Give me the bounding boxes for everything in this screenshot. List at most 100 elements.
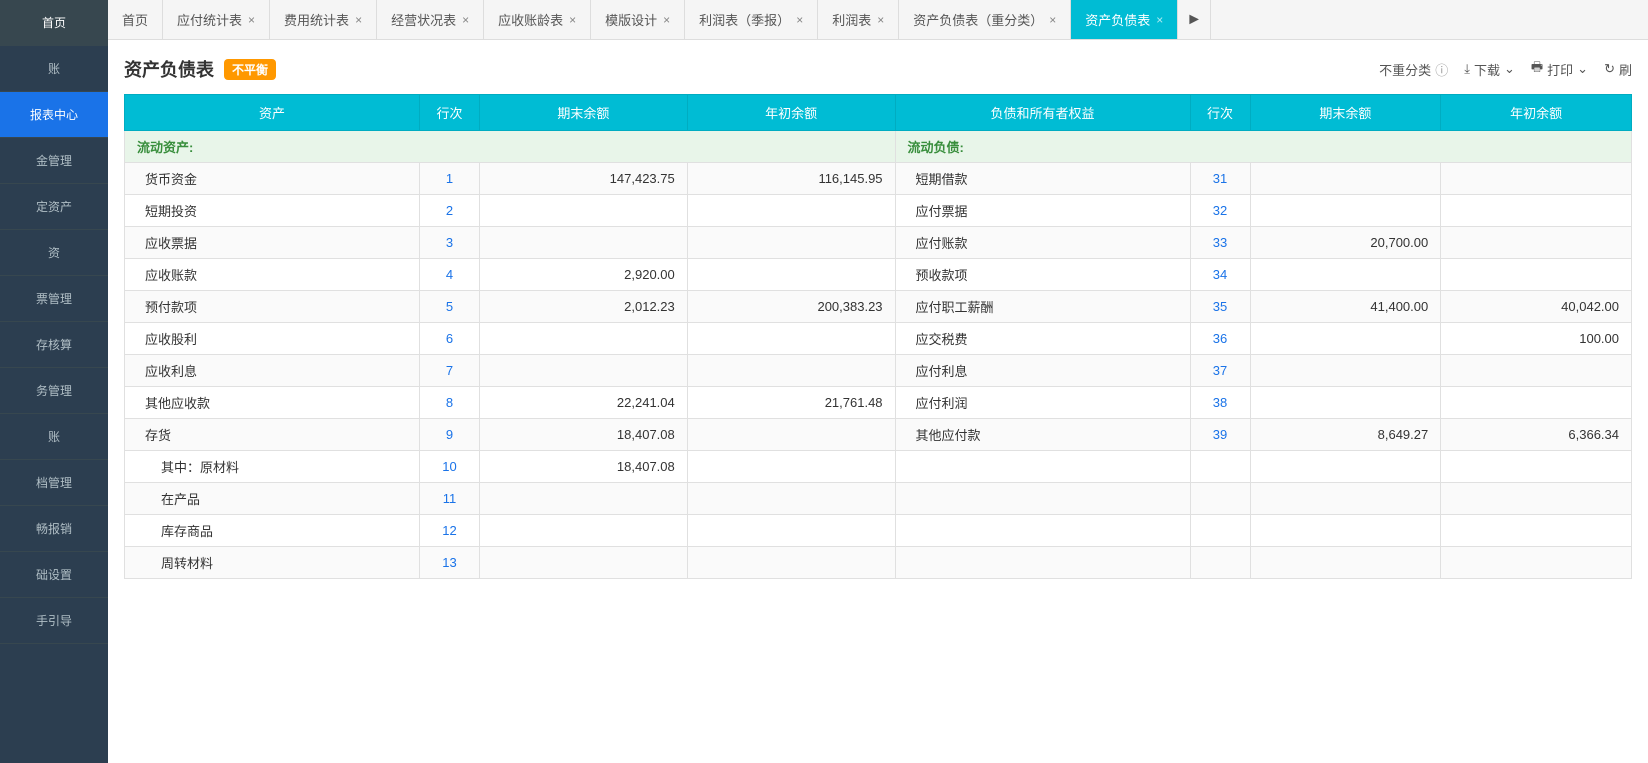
left-row-num: 3 (419, 227, 479, 259)
tab-close-profit-quarterly[interactable]: × (796, 13, 803, 27)
tab-balance-sheet[interactable]: 资产负债表 × (1071, 0, 1178, 40)
header-year-start2: 年初余额 (1441, 95, 1632, 131)
right-item-name: 应付利息 (895, 355, 1190, 387)
left-year-start (687, 451, 895, 483)
tab-close-accounts-payable[interactable]: × (248, 13, 255, 27)
left-item-name: 应收账款 (125, 259, 420, 291)
left-row-num: 10 (419, 451, 479, 483)
sidebar-item-marketing[interactable]: 畅报销 (0, 506, 108, 552)
page-header: 资产负债表 不平衡 不重分类 ⓘ ⤓ 下载 ⌄ 🖶 打印 ⌄ (124, 56, 1632, 82)
header-row-num: 行次 (419, 95, 479, 131)
left-year-start (687, 227, 895, 259)
right-item-name (895, 483, 1190, 515)
right-row-num: 35 (1190, 291, 1250, 323)
sidebar-item-inventory[interactable]: 存核算 (0, 322, 108, 368)
table-row: 预付款项 5 2,012.23 200,383.23 应付职工薪酬 35 41,… (125, 291, 1632, 323)
left-row-num: 12 (419, 515, 479, 547)
left-period-end: 147,423.75 (479, 163, 687, 195)
tab-close-expense-stats[interactable]: × (355, 13, 362, 27)
download-label: 下载 (1474, 60, 1500, 79)
right-period-end (1250, 387, 1441, 419)
right-period-end: 20,700.00 (1250, 227, 1441, 259)
right-year-start (1441, 451, 1632, 483)
tab-template-design[interactable]: 模版设计 × (591, 0, 685, 40)
sidebar-item-investment[interactable]: 资 (0, 230, 108, 276)
tab-operation-status[interactable]: 经营状况表 × (377, 0, 484, 40)
right-period-end (1250, 163, 1441, 195)
left-period-end (479, 195, 687, 227)
right-row-num: 39 (1190, 419, 1250, 451)
refresh-label: 刷 (1619, 60, 1632, 79)
tab-balance-reclassified[interactable]: 资产负债表（重分类） × (899, 0, 1071, 40)
left-year-start: 21,761.48 (687, 387, 895, 419)
tab-close-profit[interactable]: × (877, 13, 884, 27)
sidebar-item-basic-settings[interactable]: 础设置 (0, 552, 108, 598)
tab-home[interactable]: 首页 (108, 0, 163, 40)
left-row-num: 13 (419, 547, 479, 579)
tab-close-balance-reclassified[interactable]: × (1049, 13, 1056, 27)
tab-bar: 首页 应付统计表 × 费用统计表 × 经营状况表 × 应收账龄表 × 模版设计 … (108, 0, 1648, 40)
no-reclassify-action[interactable]: 不重分类 ⓘ (1379, 60, 1448, 79)
print-label: 打印 (1547, 60, 1573, 79)
left-period-end (479, 323, 687, 355)
left-row-num: 2 (419, 195, 479, 227)
left-period-end (479, 547, 687, 579)
table-row: 应收利息 7 应付利息 37 (125, 355, 1632, 387)
right-item-name: 其他应付款 (895, 419, 1190, 451)
tab-receivable-aging[interactable]: 应收账龄表 × (484, 0, 591, 40)
left-period-end (479, 227, 687, 259)
sidebar-item-report-center[interactable]: 报表中心 (0, 92, 108, 138)
tab-close-template-design[interactable]: × (663, 13, 670, 27)
left-row-num: 11 (419, 483, 479, 515)
right-item-name: 应付账款 (895, 227, 1190, 259)
tab-accounts-payable[interactable]: 应付统计表 × (163, 0, 270, 40)
sidebar-item-accounts[interactable]: 账 (0, 414, 108, 460)
tab-scroll-right[interactable]: ► (1178, 0, 1211, 40)
section-right-label: 流动负债: (895, 131, 1631, 163)
left-year-start (687, 547, 895, 579)
left-row-num: 4 (419, 259, 479, 291)
sidebar-item-doc-mgmt[interactable]: 档管理 (0, 460, 108, 506)
left-year-start (687, 323, 895, 355)
refresh-action[interactable]: ↻ 刷 (1604, 60, 1632, 79)
right-row-num: 38 (1190, 387, 1250, 419)
print-action[interactable]: 🖶 打印 ⌄ (1531, 58, 1588, 80)
left-year-start (687, 483, 895, 515)
header-period-end: 期末余额 (479, 95, 687, 131)
right-row-num (1190, 483, 1250, 515)
download-action[interactable]: ⤓ 下载 ⌄ (1464, 60, 1515, 79)
sidebar-item-home[interactable]: 首页 (0, 0, 108, 46)
tab-close-balance-sheet[interactable]: × (1156, 13, 1163, 27)
tab-close-operation-status[interactable]: × (462, 13, 469, 27)
sidebar-item-tax-mgmt[interactable]: 务管理 (0, 368, 108, 414)
tab-profit[interactable]: 利润表 × (818, 0, 899, 40)
left-item-name: 预付款项 (125, 291, 420, 323)
right-year-start (1441, 227, 1632, 259)
sidebar-item-fixed-assets[interactable]: 定资产 (0, 184, 108, 230)
right-year-start: 40,042.00 (1441, 291, 1632, 323)
section-left-label: 流动资产: (125, 131, 896, 163)
sidebar-item-ticket-mgmt[interactable]: 票管理 (0, 276, 108, 322)
balance-sheet-table: 资产 行次 期末余额 年初余额 负债和所有者权益 行次 期末余额 年初余额 流动… (124, 94, 1632, 579)
tab-profit-quarterly[interactable]: 利润表（季报） × (685, 0, 818, 40)
sidebar-item-fund-mgmt[interactable]: 金管理 (0, 138, 108, 184)
page-title: 资产负债表 (124, 56, 214, 82)
right-year-start: 100.00 (1441, 323, 1632, 355)
sidebar-item-guide[interactable]: 手引导 (0, 598, 108, 644)
table-row: 在产品 11 (125, 483, 1632, 515)
right-year-start (1441, 515, 1632, 547)
left-item-name: 其中：原材料 (125, 451, 420, 483)
help-icon[interactable]: ⓘ (1435, 60, 1448, 79)
tab-close-receivable-aging[interactable]: × (569, 13, 576, 27)
page-actions: 不重分类 ⓘ ⤓ 下载 ⌄ 🖶 打印 ⌄ ↻ 刷 (1379, 58, 1632, 80)
left-item-name: 应收利息 (125, 355, 420, 387)
download-chevron-icon: ⌄ (1504, 61, 1515, 77)
header-assets: 资产 (125, 95, 420, 131)
page-content: 资产负债表 不平衡 不重分类 ⓘ ⤓ 下载 ⌄ 🖶 打印 ⌄ (108, 40, 1648, 763)
tab-expense-stats[interactable]: 费用统计表 × (270, 0, 377, 40)
sidebar-item-ledger[interactable]: 账 (0, 46, 108, 92)
page-title-area: 资产负债表 不平衡 (124, 56, 276, 82)
table-row: 应收账款 4 2,920.00 预收款项 34 (125, 259, 1632, 291)
right-row-num: 34 (1190, 259, 1250, 291)
table-row: 应收股利 6 应交税费 36 100.00 (125, 323, 1632, 355)
